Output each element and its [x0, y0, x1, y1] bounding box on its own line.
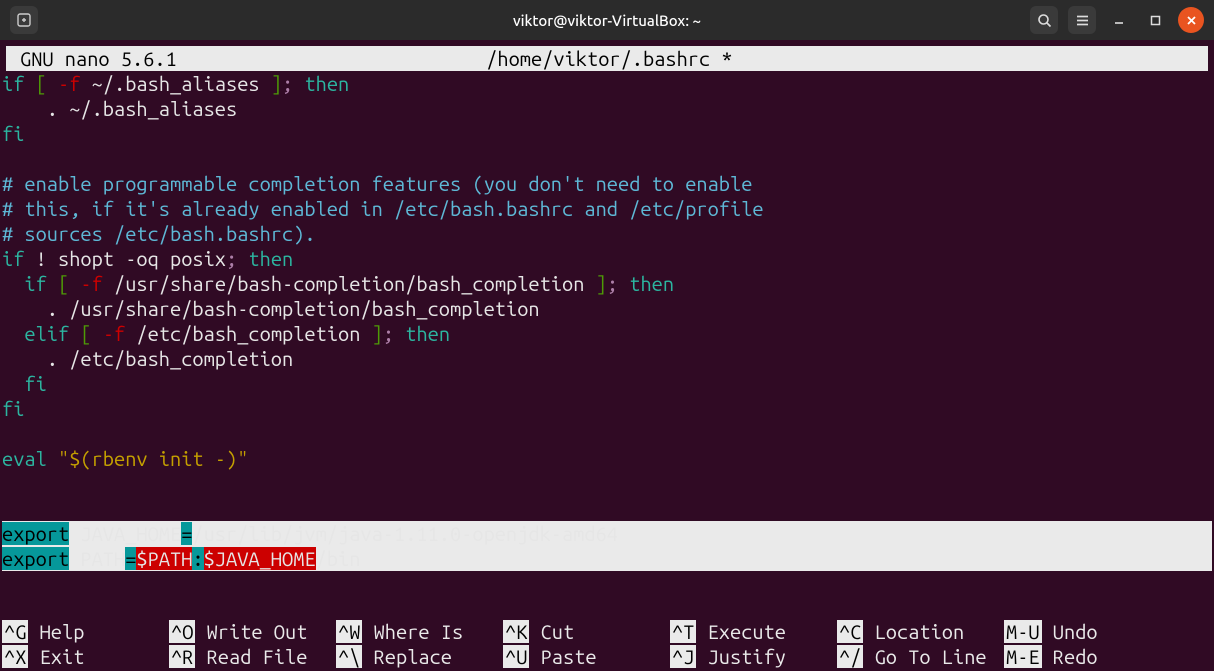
shortcut-row-1: ^G Help ^O Write Out ^W Where Is ^K Cut … [2, 619, 1212, 644]
editor-content[interactable]: if [ -f ~/.bash_aliases ]; then . ~/.bas… [0, 71, 1214, 571]
menu-button[interactable] [1068, 6, 1096, 34]
shortcut-cut: ^K Cut [503, 619, 670, 644]
nano-header: GNU nano 5.6.1 /home/viktor/.bashrc * [6, 46, 1208, 71]
shortcut-execute: ^T Execute [670, 619, 837, 644]
nano-filename: /home/viktor/.bashrc * [177, 46, 1042, 71]
terminal-tab-icon [17, 13, 31, 27]
shortcut-replace: ^\ Replace [336, 644, 503, 669]
cursor [360, 547, 362, 569]
search-button[interactable] [1030, 6, 1058, 34]
nano-shortcuts: ^G Help ^O Write Out ^W Where Is ^K Cut … [0, 619, 1214, 671]
shortcut-exit: ^X Exit [2, 644, 169, 669]
window-titlebar: viktor@viktor-VirtualBox: ~ [0, 0, 1214, 40]
minimize-button[interactable] [1106, 7, 1132, 33]
close-button[interactable] [1178, 7, 1204, 33]
shortcut-readfile: ^R Read File [169, 644, 336, 669]
nano-app-name: GNU nano 5.6.1 [20, 46, 177, 71]
shortcut-row-2: ^X Exit ^R Read File ^\ Replace ^U Paste… [2, 644, 1212, 669]
search-icon [1037, 13, 1052, 28]
shortcut-writeout: ^O Write Out [169, 619, 336, 644]
shortcut-help: ^G Help [2, 619, 169, 644]
shortcut-paste: ^U Paste [503, 644, 670, 669]
shortcut-justify: ^J Justify [670, 644, 837, 669]
shortcut-undo: M-U Undo [1004, 619, 1171, 644]
hamburger-icon [1075, 13, 1090, 28]
maximize-icon [1150, 15, 1161, 26]
minimize-icon [1113, 14, 1125, 26]
shortcut-location: ^C Location [837, 619, 1004, 644]
shortcut-redo: M-E Redo [1004, 644, 1171, 669]
new-tab-button[interactable] [10, 6, 38, 34]
shortcut-whereis: ^W Where Is [336, 619, 503, 644]
maximize-button[interactable] [1142, 7, 1168, 33]
shortcut-gotoline: ^/ Go To Line [837, 644, 1004, 669]
close-icon [1186, 15, 1197, 26]
